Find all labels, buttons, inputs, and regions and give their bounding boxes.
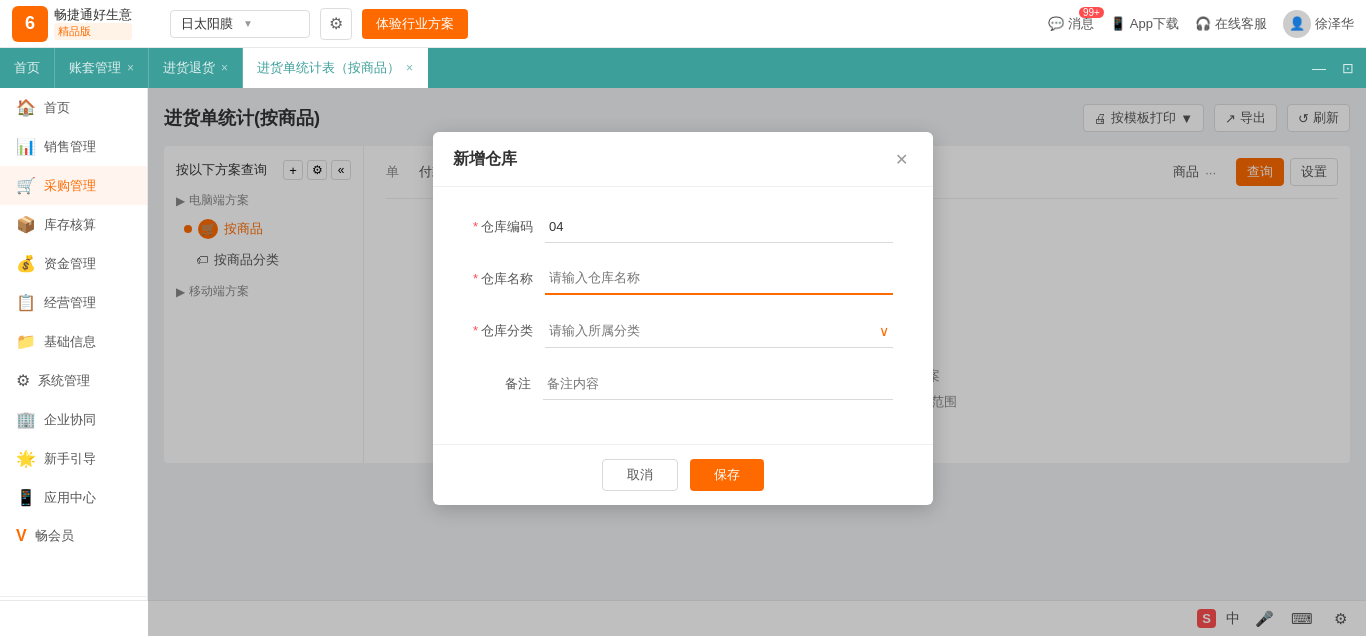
sidebar-label-guide: 新手引导: [44, 450, 96, 468]
app-badge: 精品版: [54, 23, 132, 40]
headset-icon: 🎧: [1195, 16, 1211, 31]
sidebar-item-sales[interactable]: 📊 销售管理: [0, 127, 147, 166]
basic-info-icon: 📁: [16, 332, 36, 351]
sidebar-label-operations: 经营管理: [44, 294, 96, 312]
sidebar-item-basic-info[interactable]: 📁 基础信息: [0, 322, 147, 361]
sidebar-item-apps[interactable]: 📱 应用中心: [0, 478, 147, 517]
user-avatar: 👤: [1283, 10, 1311, 38]
category-select-input[interactable]: [545, 315, 879, 347]
sidebar-label-purchase: 采购管理: [44, 177, 96, 195]
sidebar-label-vip: 畅会员: [35, 527, 74, 545]
home-icon: 🏠: [16, 98, 36, 117]
tab-controls: — ⊡: [1300, 48, 1366, 88]
name-label: 仓库名称: [473, 270, 545, 288]
form-row-code: 仓库编码: [473, 211, 893, 243]
user-profile-button[interactable]: 👤 徐泽华: [1283, 10, 1354, 38]
modal-footer: 取消 保存: [433, 444, 933, 505]
sidebar-item-system[interactable]: ⚙ 系统管理: [0, 361, 147, 400]
trial-industry-button[interactable]: 体验行业方案: [362, 9, 468, 39]
tab-purchase-return[interactable]: 进货退货 ×: [149, 48, 243, 88]
app-logo: 6: [12, 6, 48, 42]
top-header: 6 畅捷通好生意 精品版 日太阳膜 ▼ ⚙ 体验行业方案 💬 消息 99+ 📱 …: [0, 0, 1366, 48]
sidebar-item-guide[interactable]: 🌟 新手引导: [0, 439, 147, 478]
finance-icon: 💰: [16, 254, 36, 273]
tab-accounts-close[interactable]: ×: [127, 61, 134, 75]
tab-collapse-button[interactable]: —: [1308, 58, 1330, 78]
tab-purchase-return-close[interactable]: ×: [221, 61, 228, 75]
tab-home[interactable]: 首页: [0, 48, 55, 88]
cancel-button[interactable]: 取消: [602, 459, 678, 491]
sidebar: 🏠 首页 📊 销售管理 🛒 采购管理 📦 库存核算 💰 资金管理 📋 经营管理 …: [0, 88, 148, 636]
store-dropdown-arrow: ▼: [243, 18, 299, 29]
system-icon: ⚙: [16, 371, 30, 390]
tab-bar: 首页 账套管理 × 进货退货 × 进货单统计表（按商品） × — ⊡: [0, 48, 1366, 88]
sales-icon: 📊: [16, 137, 36, 156]
tab-purchase-stats-label: 进货单统计表（按商品）: [257, 59, 400, 77]
download-icon: 📱: [1110, 16, 1126, 31]
modal-close-button[interactable]: ✕: [889, 148, 913, 172]
sidebar-item-purchase[interactable]: 🛒 采购管理: [0, 166, 147, 205]
store-selector[interactable]: 日太阳膜 ▼: [170, 10, 310, 38]
settings-button[interactable]: ⚙: [320, 8, 352, 40]
code-input[interactable]: [545, 211, 893, 243]
inventory-icon: 📦: [16, 215, 36, 234]
form-row-category: 仓库分类 ∨: [473, 315, 893, 348]
app-download-button[interactable]: 📱 App下载: [1110, 15, 1179, 33]
new-warehouse-modal: 新增仓库 ✕ 仓库编码 仓库名称 仓库分类 ∨: [433, 132, 933, 505]
purchase-icon: 🛒: [16, 176, 36, 195]
sidebar-item-inventory[interactable]: 📦 库存核算: [0, 205, 147, 244]
store-name: 日太阳膜: [181, 15, 237, 33]
name-input[interactable]: [545, 263, 893, 295]
sidebar-label-sales: 销售管理: [44, 138, 96, 156]
form-row-note: 备注: [473, 368, 893, 400]
tab-accounts[interactable]: 账套管理 ×: [55, 48, 149, 88]
sidebar-label-basic-info: 基础信息: [44, 333, 96, 351]
sidebar-label-finance: 资金管理: [44, 255, 96, 273]
guide-icon: 🌟: [16, 449, 36, 468]
note-label: 备注: [473, 375, 543, 393]
tab-expand-button[interactable]: ⊡: [1338, 58, 1358, 78]
category-dropdown-arrow: ∨: [879, 323, 893, 339]
sidebar-label-home: 首页: [44, 99, 70, 117]
tab-purchase-stats[interactable]: 进货单统计表（按商品） ×: [243, 48, 428, 88]
sidebar-label-system: 系统管理: [38, 372, 90, 390]
sidebar-label-enterprise: 企业协同: [44, 411, 96, 429]
save-button[interactable]: 保存: [690, 459, 764, 491]
message-icon: 💬: [1048, 16, 1064, 31]
message-badge: 99+: [1079, 7, 1104, 18]
code-label: 仓库编码: [473, 218, 545, 236]
modal-body: 仓库编码 仓库名称 仓库分类 ∨ 备注: [433, 187, 933, 444]
vip-icon: V: [16, 527, 27, 545]
tab-purchase-stats-close[interactable]: ×: [406, 61, 413, 75]
note-input[interactable]: [543, 368, 893, 400]
tab-accounts-label: 账套管理: [69, 59, 121, 77]
operations-icon: 📋: [16, 293, 36, 312]
header-right: 💬 消息 99+ 📱 App下载 🎧 在线客服 👤 徐泽华: [1048, 10, 1354, 38]
messages-button[interactable]: 💬 消息 99+: [1048, 15, 1094, 33]
apps-icon: 📱: [16, 488, 36, 507]
tab-home-label: 首页: [14, 59, 40, 77]
tab-purchase-return-label: 进货退货: [163, 59, 215, 77]
app-name: 畅捷通好生意: [54, 7, 132, 24]
sidebar-label-inventory: 库存核算: [44, 216, 96, 234]
online-service-button[interactable]: 🎧 在线客服: [1195, 15, 1267, 33]
sidebar-label-apps: 应用中心: [44, 489, 96, 507]
category-label: 仓库分类: [473, 322, 545, 340]
enterprise-icon: 🏢: [16, 410, 36, 429]
logo-area: 6 畅捷通好生意 精品版: [12, 6, 160, 42]
sidebar-item-home[interactable]: 🏠 首页: [0, 88, 147, 127]
username: 徐泽华: [1315, 15, 1354, 33]
sidebar-item-vip[interactable]: V 畅会员: [0, 517, 147, 555]
sidebar-item-enterprise[interactable]: 🏢 企业协同: [0, 400, 147, 439]
form-row-name: 仓库名称: [473, 263, 893, 295]
sidebar-item-operations[interactable]: 📋 经营管理: [0, 283, 147, 322]
modal-header: 新增仓库 ✕: [433, 132, 933, 187]
sidebar-item-finance[interactable]: 💰 资金管理: [0, 244, 147, 283]
modal-title: 新增仓库: [453, 149, 517, 170]
category-select-wrapper: ∨: [545, 315, 893, 348]
